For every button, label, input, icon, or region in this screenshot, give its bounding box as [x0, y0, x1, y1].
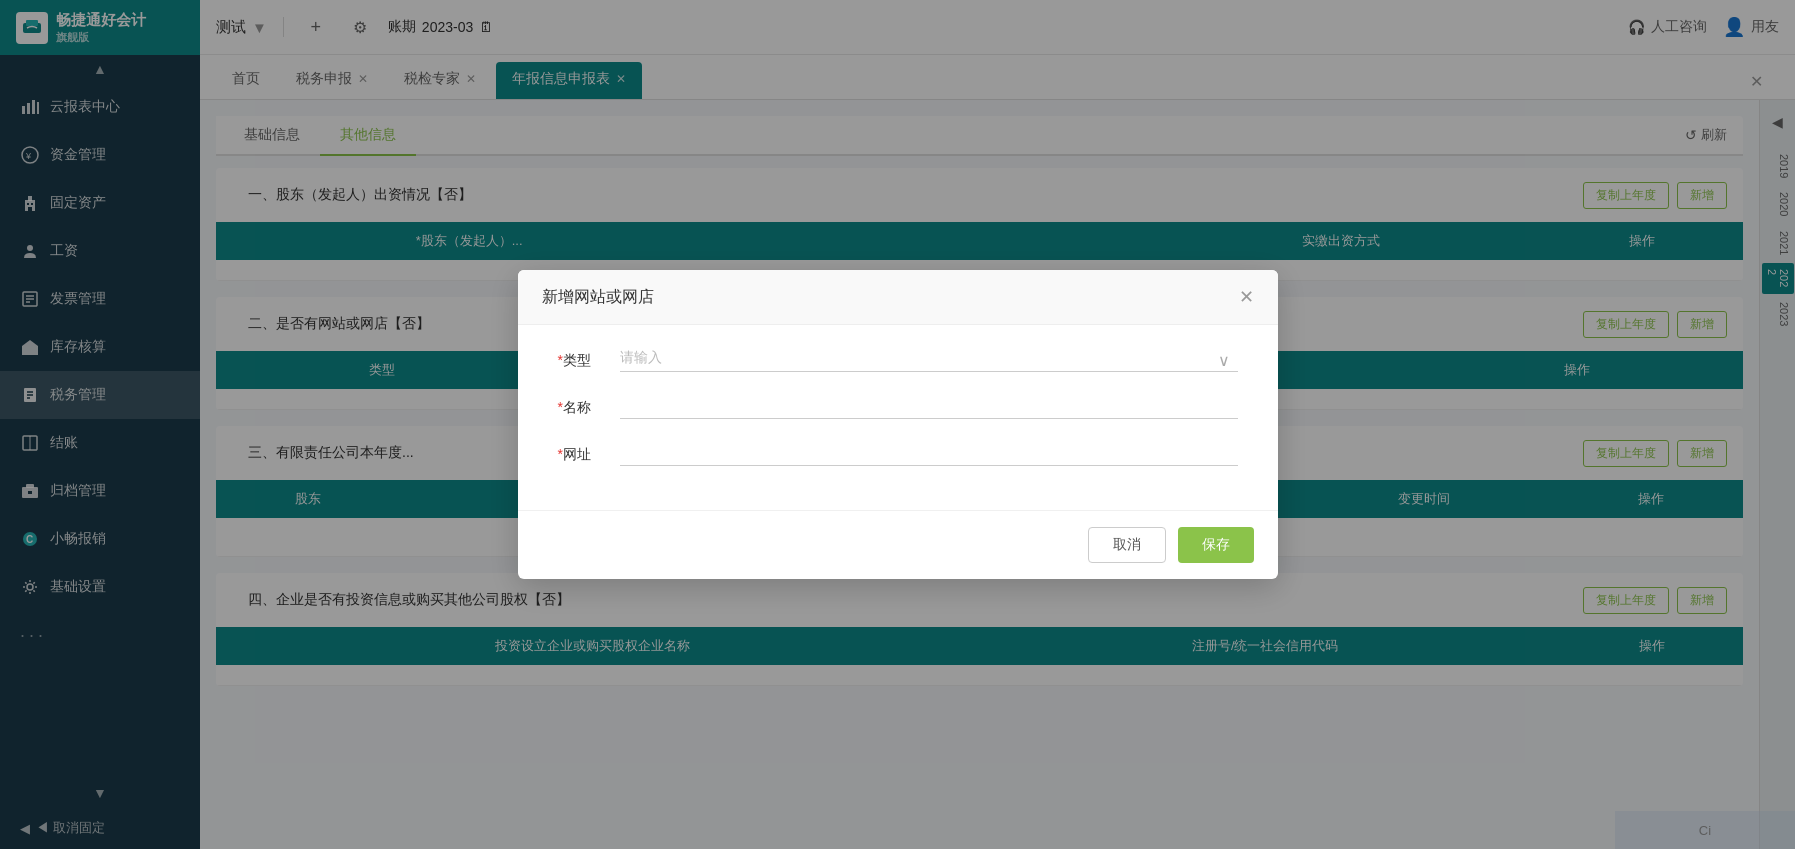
form-field-name-row: *名称: [558, 396, 1238, 419]
dialog-title: 新增网站或网店: [542, 287, 654, 308]
name-label: *名称: [558, 399, 608, 417]
dialog-close-btn[interactable]: ✕: [1239, 286, 1254, 308]
url-label: *网址: [558, 446, 608, 464]
dialog-footer: 取消 保存: [518, 510, 1278, 579]
type-input[interactable]: [620, 349, 1238, 365]
dialog-header: 新增网站或网店 ✕: [518, 270, 1278, 325]
dialog-overlay[interactable]: 新增网站或网店 ✕ *类型 ∨ *名: [0, 0, 1795, 849]
dialog: 新增网站或网店 ✕ *类型 ∨ *名: [518, 270, 1278, 579]
name-input-wrapper: [620, 396, 1238, 419]
type-label: *类型: [558, 352, 608, 370]
form-field-url-row: *网址: [558, 443, 1238, 466]
cancel-button[interactable]: 取消: [1088, 527, 1166, 563]
type-input-wrapper: ∨: [620, 349, 1238, 372]
save-button[interactable]: 保存: [1178, 527, 1254, 563]
dialog-body: *类型 ∨ *名称: [518, 325, 1278, 510]
name-input[interactable]: [620, 396, 1238, 412]
form-field-type: *类型 ∨: [558, 349, 1238, 372]
form-field-url: *网址: [558, 443, 1238, 466]
url-input[interactable]: [620, 443, 1238, 459]
form-field-type-row: *类型 ∨: [558, 349, 1238, 372]
dropdown-icon[interactable]: ∨: [1218, 351, 1230, 370]
form-field-name: *名称: [558, 396, 1238, 419]
url-input-wrapper: [620, 443, 1238, 466]
